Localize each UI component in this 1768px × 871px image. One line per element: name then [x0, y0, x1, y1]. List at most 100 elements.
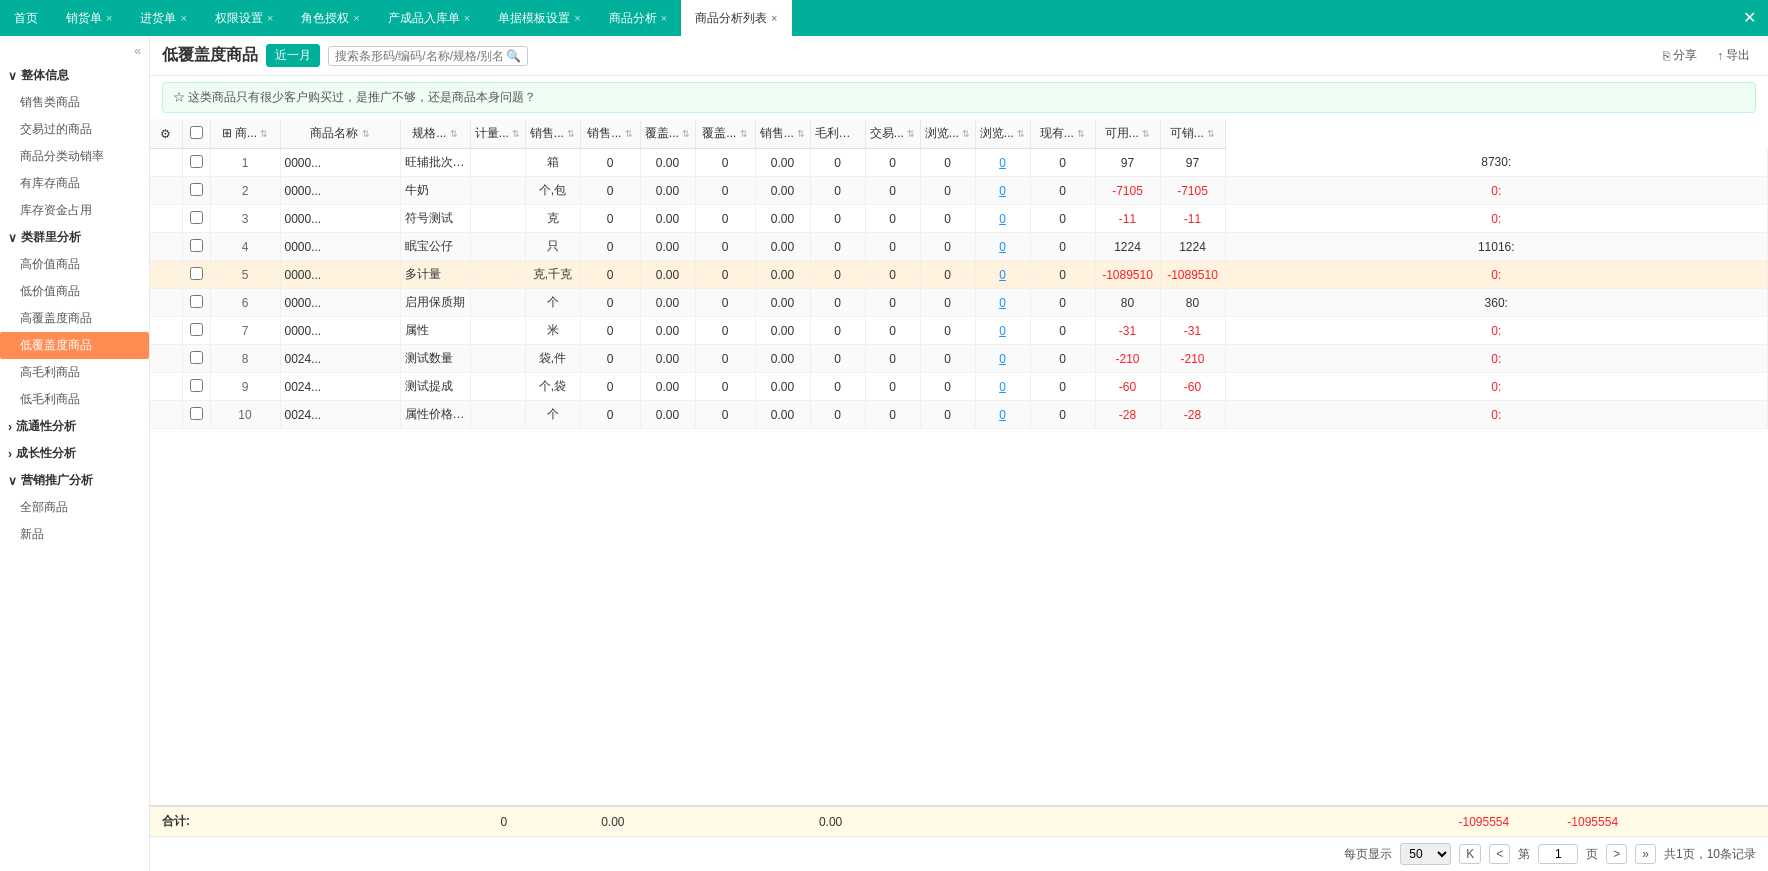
sidebar-item-low-coverage[interactable]: 低覆盖度商品: [0, 332, 149, 359]
close-icon[interactable]: ×: [267, 0, 273, 36]
row-checkbox[interactable]: [190, 407, 203, 420]
close-icon[interactable]: ×: [106, 0, 112, 36]
sidebar-item-high-margin[interactable]: 高毛利商品: [0, 359, 149, 386]
time-filter-month[interactable]: 近一月: [266, 44, 320, 67]
cell-browse1[interactable]: 0: [975, 317, 1030, 345]
export-button[interactable]: ↑ 导出: [1711, 44, 1756, 67]
column-header-gross-margin[interactable]: 毛利率 ⇅: [810, 119, 865, 149]
row-checkbox[interactable]: [190, 379, 203, 392]
cell-checkbox[interactable]: [182, 177, 210, 205]
column-header-name[interactable]: 商品名称 ⇅: [280, 119, 400, 149]
search-input[interactable]: [335, 49, 502, 63]
column-header-coverage2[interactable]: 覆盖... ⇅: [695, 119, 755, 149]
sidebar-item-stock-funds[interactable]: 库存资金占用: [0, 197, 149, 224]
column-header-sales-amt[interactable]: 销售... ⇅: [580, 119, 640, 149]
sidebar-item-category-rate[interactable]: 商品分类动销率: [0, 143, 149, 170]
column-header-coverage1[interactable]: 覆盖... ⇅: [640, 119, 695, 149]
close-icon[interactable]: ×: [574, 0, 580, 36]
cell-checkbox[interactable]: [182, 149, 210, 177]
sidebar-item-new-goods[interactable]: 新品: [0, 521, 149, 548]
prev-page-button[interactable]: <: [1489, 844, 1510, 864]
column-header-avail-stock[interactable]: 可用... ⇅: [1095, 119, 1160, 149]
column-header-checkbox[interactable]: [182, 119, 210, 149]
row-checkbox[interactable]: [190, 351, 203, 364]
sidebar-item-low-value[interactable]: 低价值商品: [0, 278, 149, 305]
column-header-unit[interactable]: 计量... ⇅: [470, 119, 525, 149]
cell-name: 属性价格打印测试: [400, 401, 470, 429]
cell-browse1[interactable]: 0: [975, 177, 1030, 205]
sidebar-group-flow-analysis[interactable]: › 流通性分析: [0, 413, 149, 440]
cell-checkbox[interactable]: [182, 261, 210, 289]
column-header-saleable[interactable]: 可销... ⇅: [1160, 119, 1225, 149]
row-checkbox[interactable]: [190, 239, 203, 252]
nav-sales-order[interactable]: 销货单 ×: [52, 0, 126, 36]
nav-product-analysis-list[interactable]: 商品分析列表 ×: [681, 0, 791, 36]
cell-browse1[interactable]: 0: [975, 401, 1030, 429]
cell-checkbox[interactable]: [182, 205, 210, 233]
column-header-browse2[interactable]: 浏览... ⇅: [975, 119, 1030, 149]
nav-role-auth[interactable]: 角色授权 ×: [287, 0, 373, 36]
close-icon[interactable]: ×: [771, 0, 777, 36]
row-checkbox[interactable]: [190, 323, 203, 336]
nav-product-analysis[interactable]: 商品分析 ×: [595, 0, 681, 36]
cell-browse1[interactable]: 0: [975, 373, 1030, 401]
select-all-checkbox[interactable]: [190, 126, 203, 139]
next-page-button[interactable]: >: [1606, 844, 1627, 864]
sidebar-item-sales-goods[interactable]: 销售类商品: [0, 89, 149, 116]
column-header-code[interactable]: ⊞ 商... ⇅: [210, 119, 280, 149]
page-size-select[interactable]: 50 100 200: [1400, 843, 1451, 865]
window-close-button[interactable]: ✕: [1731, 0, 1768, 36]
nav-permission-settings[interactable]: 权限设置 ×: [201, 0, 287, 36]
cell-browse1[interactable]: 0: [975, 289, 1030, 317]
nav-home[interactable]: 首页: [0, 0, 52, 36]
sidebar-item-high-value[interactable]: 高价值商品: [0, 251, 149, 278]
column-header-current-stock[interactable]: 现有... ⇅: [1030, 119, 1095, 149]
last-page-button[interactable]: »: [1635, 844, 1656, 864]
sidebar-item-all-goods[interactable]: 全部商品: [0, 494, 149, 521]
close-icon[interactable]: ×: [464, 0, 470, 36]
first-page-button[interactable]: K: [1459, 844, 1481, 864]
nav-finished-goods[interactable]: 产成品入库单 ×: [374, 0, 484, 36]
nav-purchase-order[interactable]: 进货单 ×: [126, 0, 200, 36]
nav-template-settings[interactable]: 单据模板设置 ×: [484, 0, 594, 36]
page-number-input[interactable]: [1538, 844, 1578, 864]
cell-checkbox[interactable]: [182, 317, 210, 345]
cell-browse1[interactable]: 0: [975, 261, 1030, 289]
row-checkbox[interactable]: [190, 295, 203, 308]
cell-checkbox[interactable]: [182, 345, 210, 373]
cell-browse1[interactable]: 0: [975, 345, 1030, 373]
column-header-settings[interactable]: ⚙: [150, 119, 182, 149]
column-header-sales3[interactable]: 销售... ⇅: [755, 119, 810, 149]
row-checkbox[interactable]: [190, 155, 203, 168]
cell-checkbox[interactable]: [182, 233, 210, 261]
close-icon[interactable]: ×: [661, 0, 667, 36]
sidebar-group-overall[interactable]: ∨ 整体信息: [0, 62, 149, 89]
sidebar-group-cluster-analysis[interactable]: ∨ 类群里分析: [0, 224, 149, 251]
cell-browse1[interactable]: 0: [975, 205, 1030, 233]
sidebar-group-growth-analysis[interactable]: › 成长性分析: [0, 440, 149, 467]
cell-browse1[interactable]: 0: [975, 233, 1030, 261]
sidebar-item-high-coverage[interactable]: 高覆盖度商品: [0, 305, 149, 332]
close-icon[interactable]: ×: [353, 0, 359, 36]
cell-cov1: 0: [695, 261, 755, 289]
column-header-browse1[interactable]: 浏览... ⇅: [920, 119, 975, 149]
sidebar-item-traded-goods[interactable]: 交易过的商品: [0, 116, 149, 143]
close-icon[interactable]: ×: [180, 0, 186, 36]
cell-num: 1: [210, 149, 280, 177]
cell-checkbox[interactable]: [182, 289, 210, 317]
sidebar-item-low-margin[interactable]: 低毛利商品: [0, 386, 149, 413]
column-header-spec[interactable]: 规格... ⇅: [400, 119, 470, 149]
sidebar-collapse-button[interactable]: «: [0, 40, 149, 62]
row-checkbox[interactable]: [190, 183, 203, 196]
column-header-sales-qty[interactable]: 销售... ⇅: [525, 119, 580, 149]
row-checkbox[interactable]: [190, 211, 203, 224]
sidebar-group-marketing-analysis[interactable]: ∨ 营销推广分析: [0, 467, 149, 494]
share-button[interactable]: ⎘ 分享: [1657, 44, 1703, 67]
cell-checkbox[interactable]: [182, 373, 210, 401]
cell-checkbox[interactable]: [182, 401, 210, 429]
column-header-trade[interactable]: 交易... ⇅: [865, 119, 920, 149]
cell-browse1[interactable]: 0: [975, 149, 1030, 177]
cell-sales-qty: 0: [580, 289, 640, 317]
sidebar-item-with-stock[interactable]: 有库存商品: [0, 170, 149, 197]
row-checkbox[interactable]: [190, 267, 203, 280]
